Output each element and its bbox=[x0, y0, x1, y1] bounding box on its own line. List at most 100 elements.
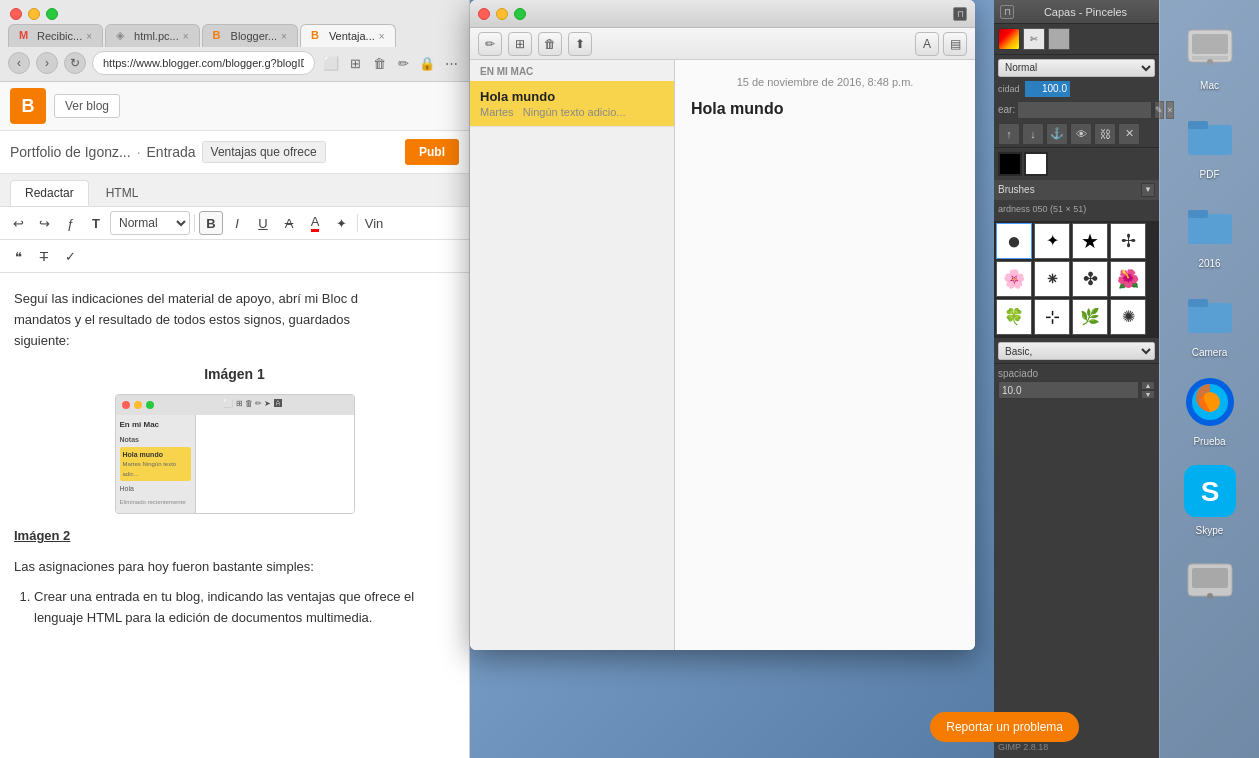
notes-new-button[interactable]: ✏ bbox=[478, 32, 502, 56]
undo-button[interactable]: ↩ bbox=[6, 211, 30, 235]
gimp-tool3[interactable] bbox=[1048, 28, 1070, 50]
font-button[interactable]: ƒ bbox=[58, 211, 82, 235]
gimp-brush-0[interactable]: ● bbox=[996, 223, 1032, 259]
tab-ventajas-title: Ventaja... bbox=[329, 30, 375, 42]
gimp-brush-10[interactable]: 🌿 bbox=[1072, 299, 1108, 335]
gimp-expand-button[interactable]: ⊓ bbox=[1000, 5, 1014, 19]
notes-delete-button[interactable]: 🗑 bbox=[538, 32, 562, 56]
tab-html[interactable]: ◈ html.pc... × bbox=[105, 24, 199, 47]
ver-blog-button[interactable]: Ver blog bbox=[54, 94, 120, 118]
gimp-search-label: ear: bbox=[998, 104, 1015, 115]
delete-icon[interactable]: 🗑 bbox=[369, 53, 389, 73]
refresh-button[interactable]: ↻ bbox=[64, 52, 86, 74]
gimp-opacity-input[interactable] bbox=[1025, 81, 1070, 97]
style-dropdown[interactable]: Normal bbox=[110, 211, 190, 235]
check-button[interactable]: ✓ bbox=[58, 244, 82, 268]
report-problem-button[interactable]: Reportar un problema bbox=[930, 712, 1079, 742]
more-icon[interactable]: ⋯ bbox=[441, 53, 461, 73]
gimp-nav-chain[interactable]: ⛓ bbox=[1094, 123, 1116, 145]
tab-html[interactable]: HTML bbox=[91, 180, 154, 206]
publish-button[interactable]: Publ bbox=[405, 139, 459, 165]
bold-button[interactable]: B bbox=[199, 211, 223, 235]
gimp-brush-8[interactable]: 🍀 bbox=[996, 299, 1032, 335]
notes-close-button[interactable] bbox=[478, 8, 490, 20]
gimp-brushes-expand[interactable]: ▼ bbox=[1141, 183, 1155, 197]
underline-button[interactable]: U bbox=[251, 211, 275, 235]
gimp-spacing-down[interactable]: ▼ bbox=[1141, 390, 1155, 399]
gimp-brush-6[interactable]: ✤ bbox=[1072, 261, 1108, 297]
notes-minimize-button[interactable] bbox=[496, 8, 508, 20]
gimp-search-input[interactable] bbox=[1017, 101, 1152, 119]
editor-content[interactable]: Seguí las indicaciones del material de a… bbox=[0, 273, 469, 758]
forward-button[interactable]: › bbox=[36, 52, 58, 74]
notes-font-size-button[interactable]: A bbox=[915, 32, 939, 56]
gimp-pipette-tool[interactable]: ✄ bbox=[1023, 28, 1045, 50]
edit-icon[interactable]: ✏ bbox=[393, 53, 413, 73]
notes-expand-button[interactable]: ⊓ bbox=[953, 7, 967, 21]
tab-gmail[interactable]: M Recibic... × bbox=[8, 24, 103, 47]
grid-icon[interactable]: ⊞ bbox=[345, 53, 365, 73]
gimp-nav-up[interactable]: ↑ bbox=[998, 123, 1020, 145]
tab-gmail-close[interactable]: × bbox=[82, 31, 92, 42]
notes-view-button[interactable]: ▤ bbox=[943, 32, 967, 56]
gimp-nav-down[interactable]: ↓ bbox=[1022, 123, 1044, 145]
gimp-brush-9[interactable]: ⊹ bbox=[1034, 299, 1070, 335]
font-color-button[interactable]: A bbox=[303, 211, 327, 235]
minimize-button[interactable] bbox=[28, 8, 40, 20]
dock-item-hdd2[interactable] bbox=[1170, 544, 1250, 618]
tab-redactar[interactable]: Redactar bbox=[10, 180, 89, 206]
remove-format-button[interactable]: T̶ bbox=[32, 244, 56, 268]
gimp-spacing-up[interactable]: ▲ bbox=[1141, 381, 1155, 390]
gimp-brush-7[interactable]: 🌺 bbox=[1110, 261, 1146, 297]
dock-item-camera[interactable]: Camera bbox=[1170, 277, 1250, 362]
italic-button[interactable]: I bbox=[225, 211, 249, 235]
strikethrough-button[interactable]: A bbox=[277, 211, 301, 235]
hdd2-icon bbox=[1178, 548, 1242, 612]
gimp-mode-dropdown[interactable]: Normal bbox=[998, 59, 1155, 77]
quote-button[interactable]: ❝ bbox=[6, 244, 30, 268]
dock-item-pdf[interactable]: PDF bbox=[1170, 99, 1250, 184]
tab-ventajas[interactable]: B Ventaja... × bbox=[300, 24, 396, 47]
gimp-brush-4[interactable]: 🌸 bbox=[996, 261, 1032, 297]
close-button[interactable] bbox=[10, 8, 22, 20]
gimp-nav-delete[interactable]: ✕ bbox=[1118, 123, 1140, 145]
tab-blogger[interactable]: B Blogger... × bbox=[202, 24, 298, 47]
gimp-nav-row: ↑ ↓ ⚓ 👁 ⛓ ✕ bbox=[994, 121, 1159, 148]
notes-maximize-button[interactable] bbox=[514, 8, 526, 20]
gimp-spacing-input[interactable] bbox=[998, 381, 1139, 399]
highlight-button[interactable]: ✦ bbox=[329, 211, 353, 235]
blogger-logo[interactable]: B bbox=[10, 88, 46, 124]
post-title-pill[interactable]: Ventajas que ofrece bbox=[202, 141, 326, 163]
gimp-background-color[interactable] bbox=[1024, 152, 1048, 176]
gimp-nav-anchor[interactable]: ⚓ bbox=[1046, 123, 1068, 145]
redo-button[interactable]: ↪ bbox=[32, 211, 56, 235]
gimp-brush-3[interactable]: ✢ bbox=[1110, 223, 1146, 259]
tab-ventajas-close[interactable]: × bbox=[375, 31, 385, 42]
gimp-basic-dropdown[interactable]: Basic, bbox=[998, 342, 1155, 360]
lock-icon[interactable]: 🔒 bbox=[417, 53, 437, 73]
text-size-button[interactable]: T bbox=[84, 211, 108, 235]
dock-item-prueba[interactable]: Prueba bbox=[1170, 366, 1250, 451]
back-button[interactable]: ‹ bbox=[8, 52, 30, 74]
gimp-brush-5[interactable]: ⁕ bbox=[1034, 261, 1070, 297]
notes-grid-button[interactable]: ⊞ bbox=[508, 32, 532, 56]
dock-item-mac[interactable]: Mac bbox=[1170, 10, 1250, 95]
tab-blogger-close[interactable]: × bbox=[277, 31, 287, 42]
gimp-brush-11[interactable]: ✺ bbox=[1110, 299, 1146, 335]
link-button[interactable]: Vin bbox=[362, 211, 386, 235]
notes-list-item-hola[interactable]: Hola mundo Martes Ningún texto adicio... bbox=[470, 81, 674, 127]
gimp-brush-2[interactable]: ★ bbox=[1072, 223, 1108, 259]
dock-item-2016[interactable]: 2016 bbox=[1170, 188, 1250, 273]
dock-item-skype[interactable]: S Skype bbox=[1170, 455, 1250, 540]
gimp-brush-1[interactable]: ✦ bbox=[1034, 223, 1070, 259]
maximize-button[interactable] bbox=[46, 8, 58, 20]
gimp-nav-eye[interactable]: 👁 bbox=[1070, 123, 1092, 145]
notes-share-button[interactable]: ⬆ bbox=[568, 32, 592, 56]
tab-html-close[interactable]: × bbox=[179, 31, 189, 42]
gimp-color-picker[interactable] bbox=[998, 28, 1020, 50]
gimp-foreground-color[interactable] bbox=[998, 152, 1022, 176]
window-icon[interactable]: ⬜ bbox=[321, 53, 341, 73]
assignment-list: Crear una entrada en tu blog, indicando … bbox=[34, 587, 455, 629]
address-input[interactable] bbox=[92, 51, 315, 75]
thumb-nota-body: Hola bbox=[120, 483, 191, 494]
